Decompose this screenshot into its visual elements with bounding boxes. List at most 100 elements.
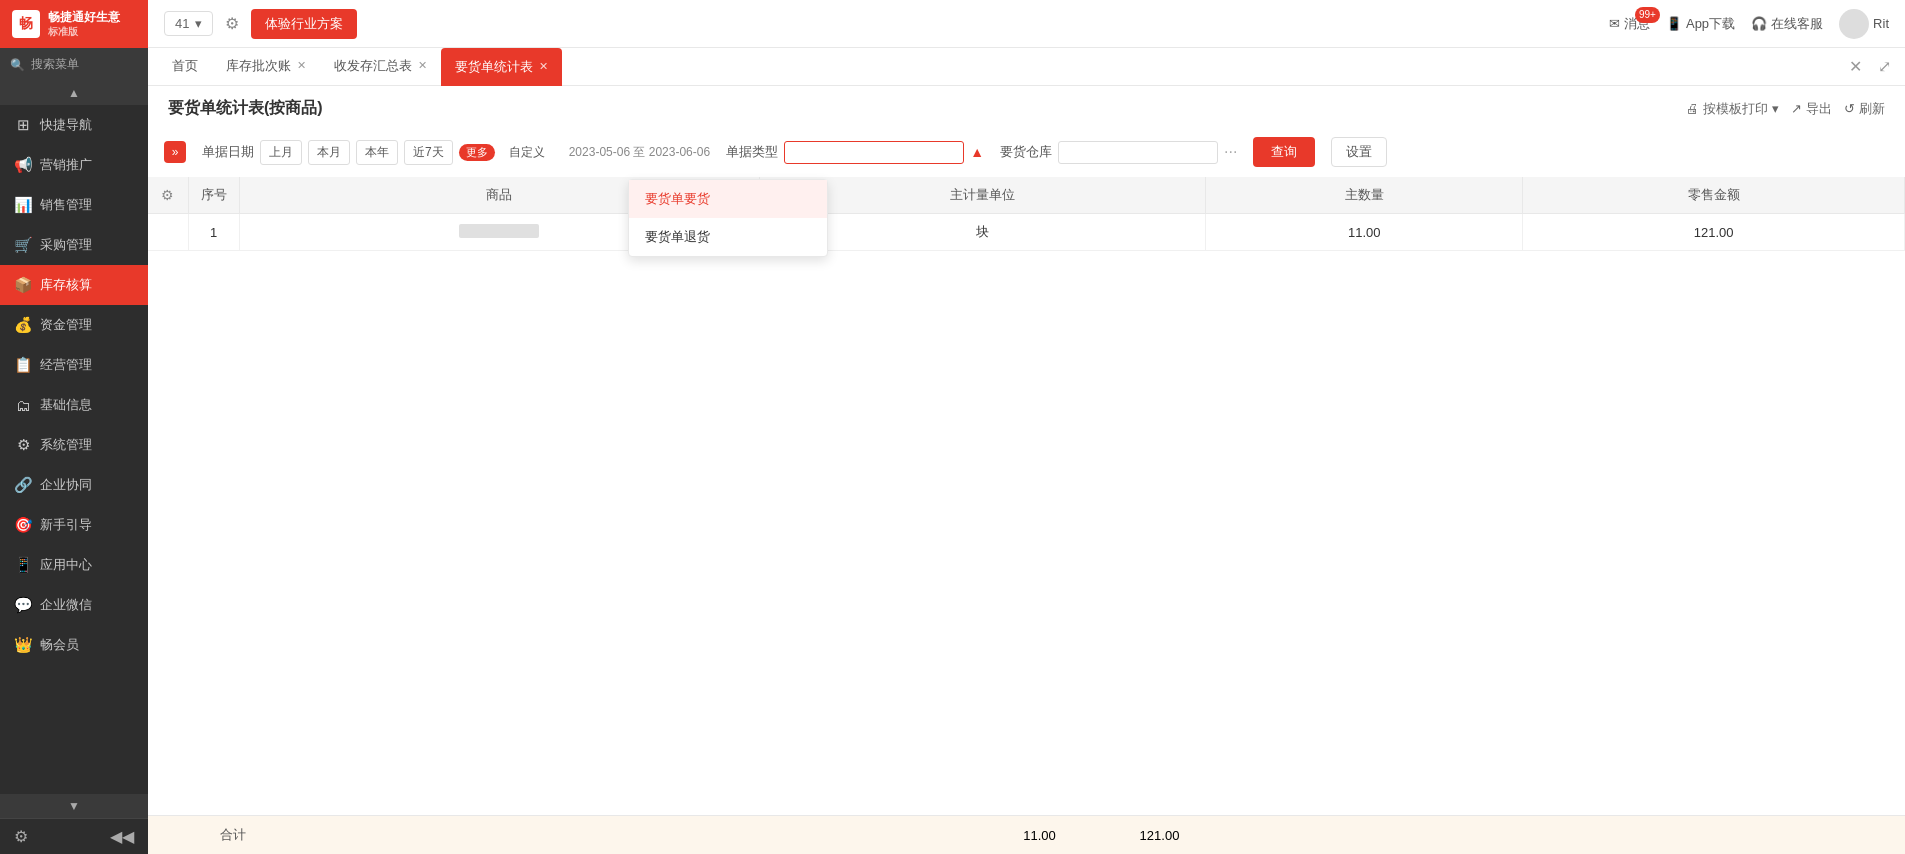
sidebar-search[interactable]: 🔍 搜索菜单 [0, 48, 148, 81]
tab-inventory-batch[interactable]: 库存批次账 ✕ [212, 48, 320, 86]
print-button[interactable]: 🖨 按模板打印 ▾ [1686, 100, 1779, 118]
collapse-icon[interactable]: ◀◀ [110, 827, 134, 846]
filter-warehouse-group: 要货仓库 ··· [1000, 141, 1237, 164]
gear-icon[interactable]: ⚙ [225, 14, 239, 33]
sidebar-item-label: 库存核算 [40, 276, 92, 294]
cell-settings [148, 214, 188, 251]
sidebar-item-appstore[interactable]: 📱 应用中心 [0, 545, 148, 585]
sidebar-item-sales[interactable]: 📊 销售管理 [0, 185, 148, 225]
message-action[interactable]: ✉ 消息 99+ [1609, 15, 1650, 33]
tab-close-collect-summary[interactable]: ✕ [418, 59, 427, 72]
tab-close-order-summary[interactable]: ✕ [539, 60, 548, 73]
user-avatar-action[interactable]: Rit [1839, 9, 1889, 39]
logo-sub: 标准版 [48, 25, 120, 38]
sidebar-item-marketing[interactable]: 📢 营销推广 [0, 145, 148, 185]
table-row: 1 块 11.00 121.00 [148, 214, 1905, 251]
sidebar-item-label: 采购管理 [40, 236, 92, 254]
settings-button[interactable]: 设置 [1331, 137, 1387, 167]
sidebar-item-purchase[interactable]: 🛒 采购管理 [0, 225, 148, 265]
message-icon: ✉ [1609, 16, 1620, 31]
filter-bar: » 单据日期 上月 本月 本年 近7天 更多 自定义 2023-05-06 至 … [148, 127, 1905, 177]
system-icon: ⚙ [14, 436, 32, 454]
warehouse-filter-label: 要货仓库 [1000, 143, 1052, 161]
app-download-action[interactable]: 📱 App下载 [1666, 15, 1735, 33]
sidebar-item-operation[interactable]: 📋 经营管理 [0, 345, 148, 385]
export-button[interactable]: ↗ 导出 [1791, 100, 1832, 118]
page-header: 要货单统计表(按商品) 🖨 按模板打印 ▾ ↗ 导出 ↺ 刷新 [148, 86, 1905, 127]
date-this-month-btn[interactable]: 本月 [308, 140, 350, 165]
filter-date-group: 单据日期 上月 本月 本年 近7天 更多 自定义 [202, 140, 553, 165]
sidebar-item-label: 系统管理 [40, 436, 92, 454]
search-icon: 🔍 [10, 58, 25, 72]
type-dropdown: 要货单要货 要货单退货 [628, 179, 828, 257]
guide-icon: 🎯 [14, 516, 32, 534]
footer-label: 合计 [160, 826, 306, 844]
print-icon: 🖨 [1686, 101, 1699, 116]
filter-expand-button[interactable]: » [164, 141, 186, 163]
tab-close-inventory-batch[interactable]: ✕ [297, 59, 306, 72]
dropdown-item-order-return[interactable]: 要货单退货 [629, 218, 827, 256]
sidebar-item-label: 畅会员 [40, 636, 79, 654]
service-action[interactable]: 🎧 在线客服 [1751, 15, 1823, 33]
sidebar-item-enterprise[interactable]: 🔗 企业协同 [0, 465, 148, 505]
sidebar-item-wechat[interactable]: 💬 企业微信 [0, 585, 148, 625]
sidebar-item-label: 企业微信 [40, 596, 92, 614]
sidebar-item-label: 基础信息 [40, 396, 92, 414]
service-label: 在线客服 [1771, 15, 1823, 33]
date-last-month-btn[interactable]: 上月 [260, 140, 302, 165]
date-7days-btn[interactable]: 近7天 [404, 140, 453, 165]
basic-icon: 🗂 [14, 396, 32, 414]
date-custom-btn[interactable]: 自定义 [501, 141, 553, 164]
sidebar-item-label: 企业协同 [40, 476, 92, 494]
table-footer: 合计 11.00 121.00 [148, 815, 1905, 854]
date-this-year-btn[interactable]: 本年 [356, 140, 398, 165]
enterprise-icon: 🔗 [14, 476, 32, 494]
table-settings-icon[interactable]: ⚙ [161, 187, 174, 203]
refresh-button[interactable]: ↺ 刷新 [1844, 100, 1885, 118]
sidebar-item-inventory[interactable]: 📦 库存核算 [0, 265, 148, 305]
sidebar-item-system[interactable]: ⚙ 系统管理 [0, 425, 148, 465]
store-selector[interactable]: 41 ▾ [164, 11, 213, 36]
warehouse-more-icon[interactable]: ··· [1224, 143, 1237, 161]
tab-order-summary-label: 要货单统计表 [455, 58, 533, 76]
close-all-btn[interactable]: ✕ [1845, 57, 1866, 76]
sidebar-scroll-up[interactable]: ▲ [0, 81, 148, 105]
sidebar-scroll-down[interactable]: ▼ [0, 794, 148, 818]
sidebar-item-basic[interactable]: 🗂 基础信息 [0, 385, 148, 425]
trial-button[interactable]: 体验行业方案 [251, 9, 357, 39]
cell-amount: 121.00 [1523, 214, 1905, 251]
tabs: 首页 库存批次账 ✕ 收发存汇总表 ✕ 要货单统计表 ✕ ✕ ⤢ [148, 48, 1905, 86]
cell-num: 1 [188, 214, 239, 251]
query-button[interactable]: 查询 [1253, 137, 1315, 167]
settings-bottom-icon[interactable]: ⚙ [14, 827, 28, 846]
sidebar-item-label: 新手引导 [40, 516, 92, 534]
th-amount: 零售金额 [1523, 177, 1905, 214]
print-label: 按模板打印 [1703, 100, 1768, 118]
filter-type-group: 单据类型 ▲ [726, 141, 984, 164]
sidebar-item-label: 经营管理 [40, 356, 92, 374]
export-label: 导出 [1806, 100, 1832, 118]
warehouse-filter-input[interactable] [1058, 141, 1218, 164]
print-arrow-icon: ▾ [1772, 101, 1779, 116]
th-settings: ⚙ [148, 177, 188, 214]
date-more-btn[interactable]: 更多 [459, 144, 495, 161]
sidebar-item-finance[interactable]: 💰 资金管理 [0, 305, 148, 345]
sidebar-item-quick-nav[interactable]: ⊞ 快捷导航 [0, 105, 148, 145]
tab-home[interactable]: 首页 [158, 48, 212, 86]
type-filter-arrow[interactable]: ▲ [970, 144, 984, 160]
operation-icon: 📋 [14, 356, 32, 374]
sidebar-item-label: 营销推广 [40, 156, 92, 174]
date-filter-label: 单据日期 [202, 143, 254, 161]
tab-collect-summary[interactable]: 收发存汇总表 ✕ [320, 48, 441, 86]
sidebar-item-guide[interactable]: 🎯 新手引导 [0, 505, 148, 545]
topbar-actions: ✉ 消息 99+ 📱 App下载 🎧 在线客服 Rit [1609, 9, 1889, 39]
logo-title: 畅捷通好生意 [48, 10, 120, 26]
tab-collect-summary-label: 收发存汇总表 [334, 57, 412, 75]
type-filter-input[interactable] [784, 141, 964, 164]
expand-btn[interactable]: ⤢ [1874, 57, 1895, 76]
refresh-label: 刷新 [1859, 100, 1885, 118]
table-area: ⚙ 序号 商品 主计量单位 主数量 零售金额 [148, 177, 1905, 815]
sidebar-item-member[interactable]: 👑 畅会员 [0, 625, 148, 665]
dropdown-item-order-in[interactable]: 要货单要货 [629, 180, 827, 218]
tab-order-summary[interactable]: 要货单统计表 ✕ [441, 48, 562, 86]
